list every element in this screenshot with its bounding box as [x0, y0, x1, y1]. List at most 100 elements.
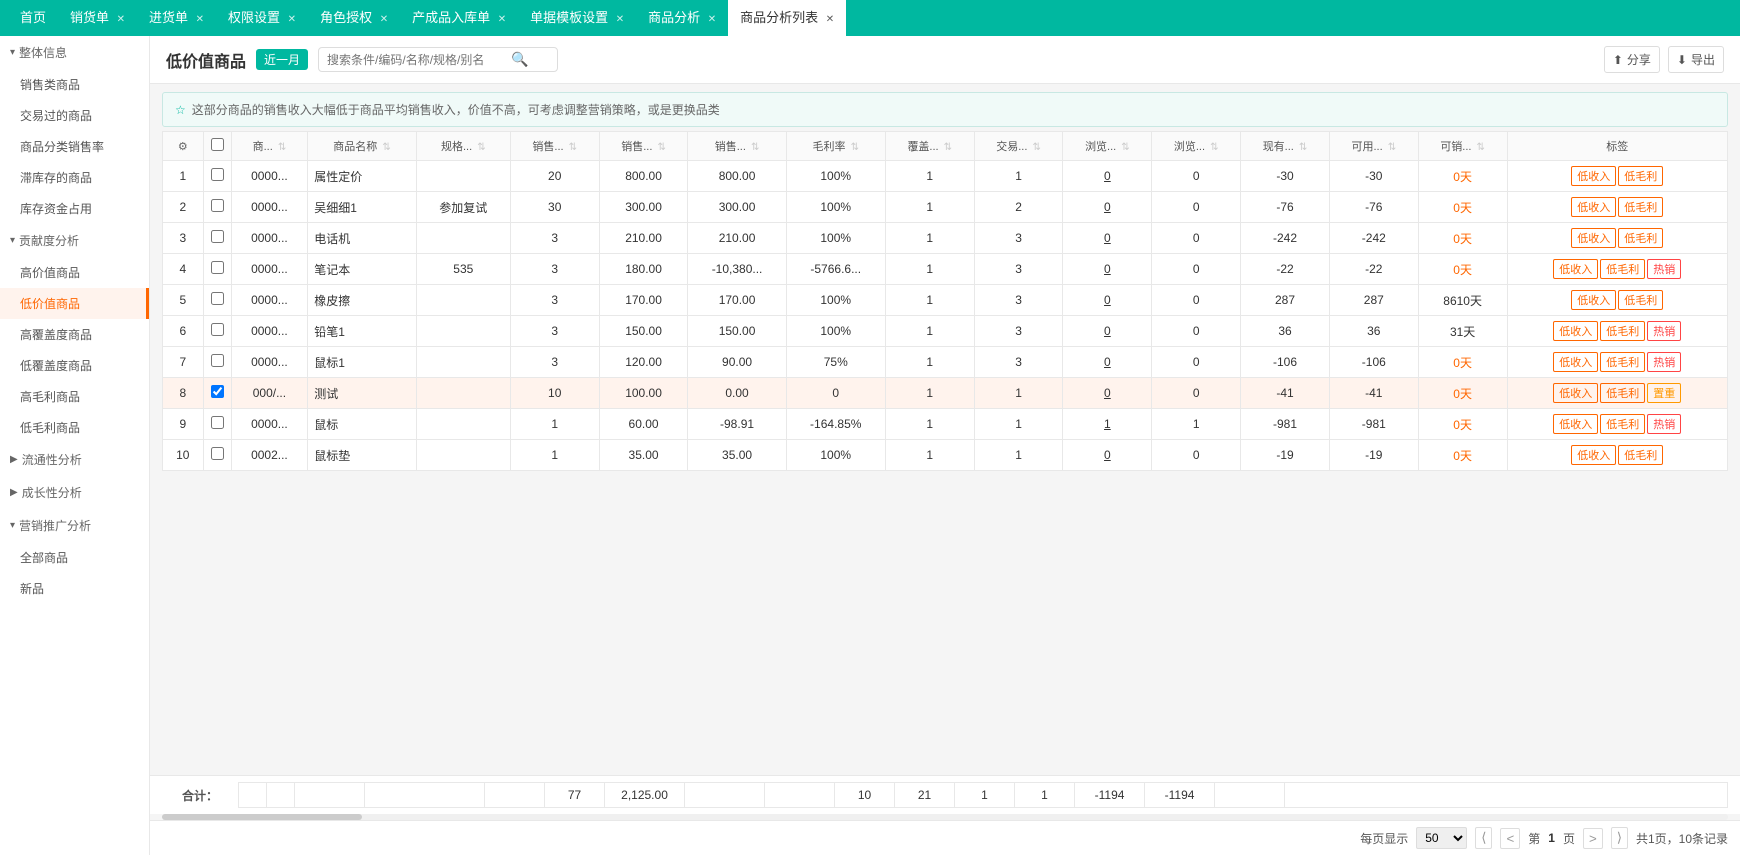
view1-link[interactable]: 0	[1104, 200, 1111, 214]
sidebar-item-high-value[interactable]: 高价值商品	[0, 257, 149, 288]
row-checkbox[interactable]	[211, 168, 224, 181]
top-nav: 首页 销货单 ✕ 进货单 ✕ 权限设置 ✕ 角色授权 ✕ 产成品入库单 ✕ 单据…	[0, 0, 1740, 36]
col-checkbox[interactable]	[203, 132, 231, 161]
nav-product-analysis[interactable]: 商品分析 ✕	[636, 0, 728, 36]
next-page-btn[interactable]: >	[1583, 828, 1603, 849]
settings-icon[interactable]: ⚙	[178, 141, 188, 153]
row-checkbox[interactable]	[211, 292, 224, 305]
cell-view1: 0	[1063, 254, 1152, 285]
sidebar-group-overall[interactable]: ▾ 整体信息	[0, 36, 149, 69]
view1-link[interactable]: 0	[1104, 262, 1111, 276]
view1-link[interactable]: 0	[1104, 324, 1111, 338]
cell-checkbox[interactable]	[203, 347, 231, 378]
cell-view2: 0	[1152, 316, 1241, 347]
row-checkbox[interactable]	[211, 261, 224, 274]
col-saleable[interactable]: 可销... ⇅	[1418, 132, 1507, 161]
row-checkbox[interactable]	[211, 354, 224, 367]
nav-purchase-order[interactable]: 进货单 ✕	[137, 0, 216, 36]
view1-link[interactable]: 0	[1104, 386, 1111, 400]
col-name[interactable]: 商品名称 ⇅	[308, 132, 417, 161]
col-current[interactable]: 现有... ⇅	[1241, 132, 1330, 161]
cell-checkbox[interactable]	[203, 378, 231, 409]
nav-product-entry[interactable]: 产成品入库单 ✕	[400, 0, 518, 36]
cell-trade: 3	[974, 223, 1063, 254]
sidebar-item-sales-products[interactable]: 销售类商品	[0, 69, 149, 100]
view1-link[interactable]: 0	[1104, 355, 1111, 369]
sidebar-item-low-coverage[interactable]: 低覆盖度商品	[0, 350, 149, 381]
row-checkbox[interactable]	[211, 323, 224, 336]
view1-link[interactable]: 0	[1104, 293, 1111, 307]
per-page-select[interactable]: 50 100 200	[1416, 827, 1467, 849]
total-coverage: 10	[835, 783, 895, 808]
cell-checkbox[interactable]	[203, 192, 231, 223]
cell-checkbox[interactable]	[203, 285, 231, 316]
col-spec[interactable]: 规格... ⇅	[416, 132, 510, 161]
view1-link[interactable]: 0	[1104, 231, 1111, 245]
sidebar-item-new-products[interactable]: 新品	[0, 573, 149, 604]
sidebar-item-category-sales-rate[interactable]: 商品分类销售率	[0, 131, 149, 162]
col-sale-qty[interactable]: 销售... ⇅	[510, 132, 599, 161]
cell-checkbox[interactable]	[203, 440, 231, 471]
nav-role-auth[interactable]: 角色授权 ✕	[308, 0, 400, 36]
row-checkbox[interactable]	[211, 230, 224, 243]
nav-sales-order[interactable]: 销货单 ✕	[58, 0, 137, 36]
select-all-checkbox[interactable]	[211, 138, 224, 151]
cell-sale-qty: 1	[510, 409, 599, 440]
row-checkbox[interactable]	[211, 385, 224, 398]
sidebar-group-contribution[interactable]: ▾ 贡献度分析	[0, 224, 149, 257]
col-available[interactable]: 可用... ⇅	[1329, 132, 1418, 161]
search-input[interactable]	[327, 53, 507, 67]
cell-spec	[416, 440, 510, 471]
cell-sale-amount: 300.00	[688, 192, 786, 223]
cell-tags: 低收入低毛利热销	[1507, 254, 1727, 285]
col-coverage[interactable]: 覆盖... ⇅	[885, 132, 974, 161]
view1-link[interactable]: 0	[1104, 169, 1111, 183]
nav-permission[interactable]: 权限设置 ✕	[216, 0, 308, 36]
cell-checkbox[interactable]	[203, 161, 231, 192]
sidebar-group-marketing-arrow: ▾	[10, 520, 15, 531]
sidebar-item-low-value[interactable]: 低价值商品	[0, 288, 149, 319]
nav-home[interactable]: 首页	[8, 0, 58, 36]
page-unit: 页	[1563, 830, 1575, 847]
view1-link[interactable]: 1	[1104, 417, 1111, 431]
col-trade[interactable]: 交易... ⇅	[974, 132, 1063, 161]
sidebar-item-traded-products[interactable]: 交易过的商品	[0, 100, 149, 131]
sidebar-group-circulation-label: 流通性分析	[22, 451, 82, 468]
sidebar-item-low-margin[interactable]: 低毛利商品	[0, 412, 149, 443]
share-button[interactable]: ⬆ 分享	[1604, 46, 1660, 73]
last-page-btn[interactable]: ⟩	[1611, 827, 1628, 849]
sidebar-item-all-products[interactable]: 全部商品	[0, 542, 149, 573]
sidebar-group-marketing[interactable]: ▾ 营销推广分析	[0, 509, 149, 542]
view1-link[interactable]: 0	[1104, 448, 1111, 462]
table-container[interactable]: ⚙ 商... ⇅ 商品名称 ⇅ 规格... ⇅ 销售... ⇅ 销售... ⇅ …	[150, 131, 1740, 775]
row-checkbox[interactable]	[211, 416, 224, 429]
col-sale-amount[interactable]: 销售... ⇅	[688, 132, 786, 161]
time-badge[interactable]: 近一月	[256, 49, 308, 70]
col-code[interactable]: 商... ⇅	[231, 132, 308, 161]
cell-checkbox[interactable]	[203, 223, 231, 254]
cell-checkbox[interactable]	[203, 409, 231, 440]
sidebar-item-high-margin[interactable]: 高毛利商品	[0, 381, 149, 412]
col-view2[interactable]: 浏览... ⇅	[1152, 132, 1241, 161]
prev-page-btn[interactable]: <	[1500, 828, 1520, 849]
sidebar-group-growth[interactable]: ▶ 成长性分析	[0, 476, 149, 509]
cell-view1: 0	[1063, 161, 1152, 192]
col-margin[interactable]: 毛利率 ⇅	[786, 132, 885, 161]
sidebar-group-circulation[interactable]: ▶ 流通性分析	[0, 443, 149, 476]
nav-template-setting[interactable]: 单据模板设置 ✕	[518, 0, 636, 36]
cell-checkbox[interactable]	[203, 316, 231, 347]
cell-sale-price: 800.00	[599, 161, 688, 192]
cell-checkbox[interactable]	[203, 254, 231, 285]
row-checkbox[interactable]	[211, 447, 224, 460]
col-view1[interactable]: 浏览... ⇅	[1063, 132, 1152, 161]
sidebar-item-stagnant-products[interactable]: 滞库存的商品	[0, 162, 149, 193]
first-page-btn[interactable]: ⟨	[1475, 827, 1492, 849]
sidebar-item-inventory-capital[interactable]: 库存资金占用	[0, 193, 149, 224]
sidebar-item-high-coverage[interactable]: 高覆盖度商品	[0, 319, 149, 350]
search-icon[interactable]: 🔍	[511, 51, 528, 68]
nav-product-analysis-list[interactable]: 商品分析列表 ✕	[728, 0, 846, 36]
col-settings[interactable]: ⚙	[163, 132, 204, 161]
row-checkbox[interactable]	[211, 199, 224, 212]
col-sale-price[interactable]: 销售... ⇅	[599, 132, 688, 161]
export-button[interactable]: ⬇ 导出	[1668, 46, 1724, 73]
